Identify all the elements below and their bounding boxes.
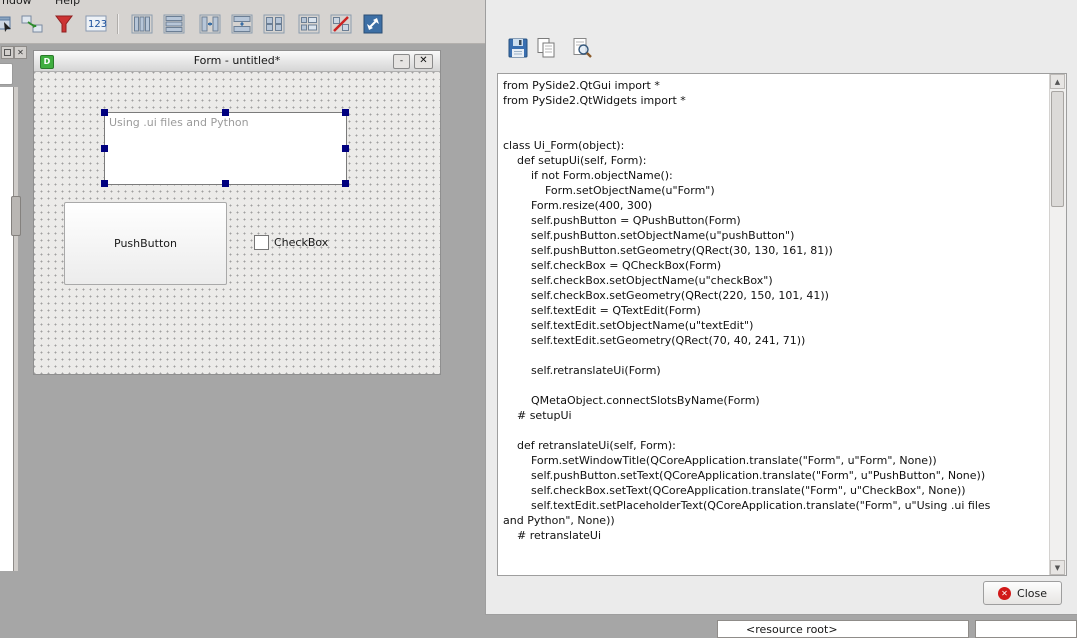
form-editor-window: D Form - untitled* - ✕ Using .ui files a… xyxy=(33,50,441,375)
selection-handle-top-right[interactable] xyxy=(342,109,349,116)
widgetbox-filter-input[interactable] xyxy=(0,63,13,85)
selection-handle-bottom-right[interactable] xyxy=(342,180,349,187)
dock-close-button[interactable]: ✕ xyxy=(14,46,27,59)
svg-text:123: 123 xyxy=(88,19,107,30)
pushbutton-label: PushButton xyxy=(114,237,177,250)
code-text[interactable]: from PySide2.QtGui import *from PySide2.… xyxy=(498,74,1050,575)
checkbox-widget[interactable]: CheckBox xyxy=(254,222,355,263)
code-line: if not Form.objectName(): xyxy=(503,168,1050,183)
layout-grid-icon[interactable] xyxy=(262,12,286,36)
save-icon[interactable] xyxy=(506,36,530,60)
widgetbox-list[interactable] xyxy=(0,87,13,571)
minimize-button[interactable]: - xyxy=(393,54,410,69)
code-line: self.checkBox.setGeometry(QRect(220, 150… xyxy=(503,288,1050,303)
code-area[interactable]: from PySide2.QtGui import *from PySide2.… xyxy=(497,73,1067,576)
code-line: self.textEdit.setPlaceholderText(QCoreAp… xyxy=(503,498,1050,513)
code-line xyxy=(503,423,1050,438)
checkbox-indicator[interactable] xyxy=(254,235,269,250)
copy-icon[interactable] xyxy=(534,36,558,60)
code-scrollbar[interactable]: ▲ ▼ xyxy=(1049,74,1066,575)
code-line: self.pushButton.setText(QCoreApplication… xyxy=(503,468,1050,483)
widgetbox-scrollbar-thumb[interactable] xyxy=(11,196,21,236)
selection-handle-top-center[interactable] xyxy=(222,109,229,116)
checkbox-label: CheckBox xyxy=(274,236,328,249)
layout-vertical-splitter-icon[interactable] xyxy=(230,12,254,36)
close-button[interactable]: ✕ xyxy=(414,54,433,69)
code-line: from PySide2.QtWidgets import * xyxy=(503,93,1050,108)
code-line: # retranslateUi xyxy=(503,528,1050,543)
code-line: and Python", None)) xyxy=(503,513,1050,528)
code-line: self.checkBox.setText(QCoreApplication.t… xyxy=(503,483,1050,498)
form-titlebar[interactable]: D Form - untitled* - ✕ xyxy=(34,51,440,72)
menubar: ndow Help xyxy=(0,0,485,9)
code-line: Form.setObjectName(u"Form") xyxy=(503,183,1050,198)
code-line: self.pushButton = QPushButton(Form) xyxy=(503,213,1050,228)
code-line: # setupUi xyxy=(503,408,1050,423)
textedit-placeholder: Using .ui files and Python xyxy=(109,116,249,129)
code-line: Form.resize(400, 300) xyxy=(503,198,1050,213)
edit-buddies-icon[interactable] xyxy=(52,12,76,36)
qt-designer-screen: ndow Help 123 xyxy=(0,0,1077,638)
code-line: self.checkBox = QCheckBox(Form) xyxy=(503,258,1050,273)
code-line: self.textEdit = QTextEdit(Form) xyxy=(503,303,1050,318)
selection-handle-top-left[interactable] xyxy=(101,109,108,116)
edit-tab-order-icon[interactable]: 123 xyxy=(84,12,108,36)
code-line: QMetaObject.connectSlotsByName(Form) xyxy=(503,393,1050,408)
code-line: self.retranslateUi(Form) xyxy=(503,363,1050,378)
code-line: def setupUi(self, Form): xyxy=(503,153,1050,168)
toolbar-separator xyxy=(117,14,119,34)
code-line: self.textEdit.setGeometry(QRect(70, 40, … xyxy=(503,333,1050,348)
layout-form-icon[interactable] xyxy=(297,12,321,36)
scroll-down-icon[interactable]: ▼ xyxy=(1050,560,1065,575)
close-icon: ✕ xyxy=(15,47,26,58)
code-line: self.textEdit.setObjectName(u"textEdit") xyxy=(503,318,1050,333)
resource-browser-side-panel xyxy=(975,620,1077,638)
layout-vertical-icon[interactable] xyxy=(162,12,186,36)
menu-window[interactable]: ndow xyxy=(2,0,32,7)
code-line: self.pushButton.setGeometry(QRect(30, 13… xyxy=(503,243,1050,258)
code-line xyxy=(503,108,1050,123)
pushbutton-widget[interactable]: PushButton xyxy=(64,202,227,285)
layout-horizontal-splitter-icon[interactable] xyxy=(198,12,222,36)
break-layout-icon[interactable] xyxy=(329,12,353,36)
adjust-size-icon[interactable] xyxy=(361,12,385,36)
selection-handle-middle-left[interactable] xyxy=(101,145,108,152)
code-line: from PySide2.QtGui import * xyxy=(503,78,1050,93)
widgetbox-scrollbar[interactable] xyxy=(13,87,18,571)
selection-handle-bottom-center[interactable] xyxy=(222,180,229,187)
layout-horizontal-icon[interactable] xyxy=(130,12,154,36)
dock-float-button[interactable] xyxy=(1,46,14,59)
code-line: self.pushButton.setObjectName(u"pushButt… xyxy=(503,228,1050,243)
textedit-widget[interactable]: Using .ui files and Python xyxy=(104,112,347,185)
selection-handle-bottom-left[interactable] xyxy=(101,180,108,187)
code-line: class Ui_Form(object): xyxy=(503,138,1050,153)
code-line xyxy=(503,123,1050,138)
form-title: Form - untitled* xyxy=(34,54,440,67)
resource-browser-panel: <resource root> xyxy=(717,620,969,638)
code-line: Form.setWindowTitle(QCoreApplication.tra… xyxy=(503,453,1050,468)
float-icon xyxy=(4,49,11,56)
scroll-up-icon[interactable]: ▲ xyxy=(1050,74,1065,89)
form-canvas[interactable]: Using .ui files and Python PushButton Ch… xyxy=(34,72,440,374)
resource-root-item[interactable]: <resource root> xyxy=(746,623,838,636)
close-circle-icon xyxy=(998,587,1011,600)
code-line xyxy=(503,378,1050,393)
code-line xyxy=(503,348,1050,363)
close-button-label: Close xyxy=(1017,587,1047,600)
code-line: def retranslateUi(self, Form): xyxy=(503,438,1050,453)
code-line: self.checkBox.setObjectName(u"checkBox") xyxy=(503,273,1050,288)
menu-help[interactable]: Help xyxy=(55,0,80,7)
selection-handle-middle-right[interactable] xyxy=(342,145,349,152)
close-dialog-button[interactable]: Close xyxy=(983,581,1062,605)
code-scrollbar-thumb[interactable] xyxy=(1051,91,1064,207)
edit-signals-slots-icon[interactable] xyxy=(20,12,44,36)
edit-widgets-icon[interactable] xyxy=(0,12,16,36)
find-icon[interactable] xyxy=(570,36,594,60)
main-toolbar: ndow Help 123 xyxy=(0,0,485,44)
code-preview-dialog: from PySide2.QtGui import *from PySide2.… xyxy=(485,0,1077,615)
